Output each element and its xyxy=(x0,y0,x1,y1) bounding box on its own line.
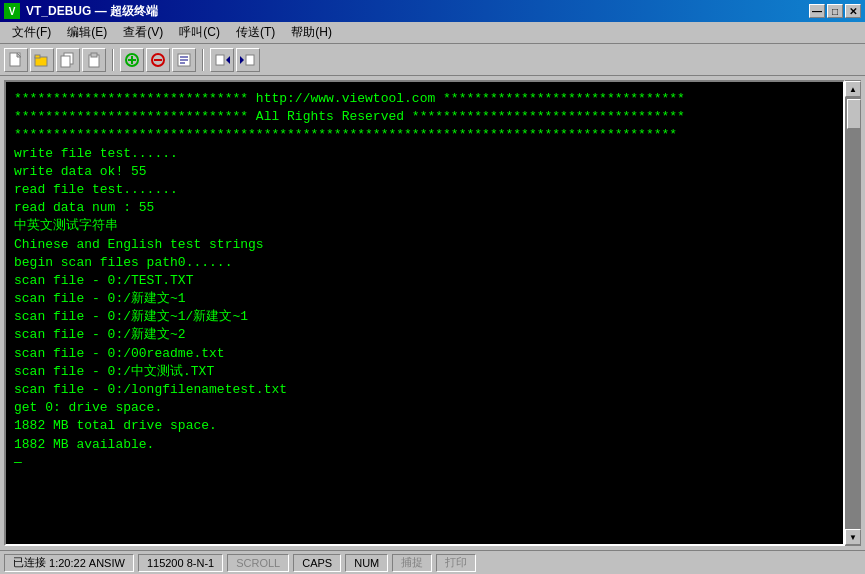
terminal-line: 中英文测试字符串 xyxy=(14,217,835,235)
window-controls: — □ ✕ xyxy=(809,4,861,18)
svg-rect-17 xyxy=(216,55,224,65)
svg-marker-20 xyxy=(240,56,244,64)
toolbar-separator-2 xyxy=(202,49,204,71)
menu-transfer[interactable]: 传送(T) xyxy=(228,22,283,43)
properties-button[interactable] xyxy=(172,48,196,72)
terminal-line: begin scan files path0...... xyxy=(14,254,835,272)
main-container: ****************************** http://ww… xyxy=(0,76,865,550)
terminal-line: scan file - 0:/新建文~1 xyxy=(14,290,835,308)
terminal[interactable]: ****************************** http://ww… xyxy=(4,80,845,546)
scroll-status: SCROLL xyxy=(227,554,289,572)
terminal-line: scan file - 0:/00readme.txt xyxy=(14,345,835,363)
paste-button[interactable] xyxy=(82,48,106,72)
num-status: NUM xyxy=(345,554,388,572)
terminal-line: Chinese and English test strings xyxy=(14,236,835,254)
app-icon: V xyxy=(4,3,20,19)
menu-bar: 文件(F) 编辑(E) 查看(V) 呼叫(C) 传送(T) 帮助(H) xyxy=(0,22,865,44)
svg-rect-5 xyxy=(61,56,70,67)
svg-rect-3 xyxy=(35,55,40,58)
scroll-down-button[interactable]: ▼ xyxy=(845,529,861,545)
scroll-thumb[interactable] xyxy=(847,99,861,129)
scroll-track[interactable] xyxy=(846,97,860,529)
terminal-line: 1882 MB available. xyxy=(14,436,835,454)
terminal-content: ****************************** http://ww… xyxy=(14,90,835,472)
menu-file[interactable]: 文件(F) xyxy=(4,22,59,43)
terminal-line: write data ok! 55 xyxy=(14,163,835,181)
title-bar: V VT_DEBUG — 超级终端 — □ ✕ xyxy=(0,0,865,22)
menu-edit[interactable]: 编辑(E) xyxy=(59,22,115,43)
baud-rate-status: 115200 8-N-1 xyxy=(138,554,223,572)
terminal-line: read file test....... xyxy=(14,181,835,199)
terminal-line: scan file - 0:/中文测试.TXT xyxy=(14,363,835,381)
terminal-line: ****************************** http://ww… xyxy=(14,90,835,108)
copy-button[interactable] xyxy=(56,48,80,72)
toolbar-separator-1 xyxy=(112,49,114,71)
caps-status: CAPS xyxy=(293,554,341,572)
svg-rect-7 xyxy=(91,53,97,57)
terminal-line: ****************************** All Right… xyxy=(14,108,835,126)
terminal-line: scan file - 0:/TEST.TXT xyxy=(14,272,835,290)
terminal-line: scan file - 0:/longfilenametest.txt xyxy=(14,381,835,399)
scroll-up-button[interactable]: ▲ xyxy=(845,81,861,97)
new-button[interactable] xyxy=(4,48,28,72)
menu-view[interactable]: 查看(V) xyxy=(115,22,171,43)
send-file-button[interactable] xyxy=(210,48,234,72)
capture-status: 捕捉 xyxy=(392,554,432,572)
connection-status: 已连接 1:20:22 ANSIW xyxy=(4,554,134,572)
svg-marker-18 xyxy=(226,56,230,64)
svg-rect-19 xyxy=(246,55,254,65)
terminal-line: ****************************************… xyxy=(14,126,835,144)
receive-file-button[interactable] xyxy=(236,48,260,72)
terminal-line: write file test...... xyxy=(14,145,835,163)
terminal-line: get 0: drive space. xyxy=(14,399,835,417)
terminal-line: scan file - 0:/新建文~1/新建文~1 xyxy=(14,308,835,326)
terminal-line: — xyxy=(14,454,835,472)
terminal-line: 1882 MB total drive space. xyxy=(14,417,835,435)
scrollbar[interactable]: ▲ ▼ xyxy=(845,80,861,546)
print-status: 打印 xyxy=(436,554,476,572)
terminal-line: scan file - 0:/新建文~2 xyxy=(14,326,835,344)
disconnect-button[interactable] xyxy=(146,48,170,72)
title-bar-left: V VT_DEBUG — 超级终端 xyxy=(4,3,158,20)
connect-button[interactable] xyxy=(120,48,144,72)
open-button[interactable] xyxy=(30,48,54,72)
menu-help[interactable]: 帮助(H) xyxy=(283,22,340,43)
toolbar xyxy=(0,44,865,76)
close-button[interactable]: ✕ xyxy=(845,4,861,18)
menu-call[interactable]: 呼叫(C) xyxy=(171,22,228,43)
minimize-button[interactable]: — xyxy=(809,4,825,18)
window-title: VT_DEBUG — 超级终端 xyxy=(26,3,158,20)
maximize-button[interactable]: □ xyxy=(827,4,843,18)
terminal-line: read data num : 55 xyxy=(14,199,835,217)
status-bar: 已连接 1:20:22 ANSIW 115200 8-N-1 SCROLL CA… xyxy=(0,550,865,574)
